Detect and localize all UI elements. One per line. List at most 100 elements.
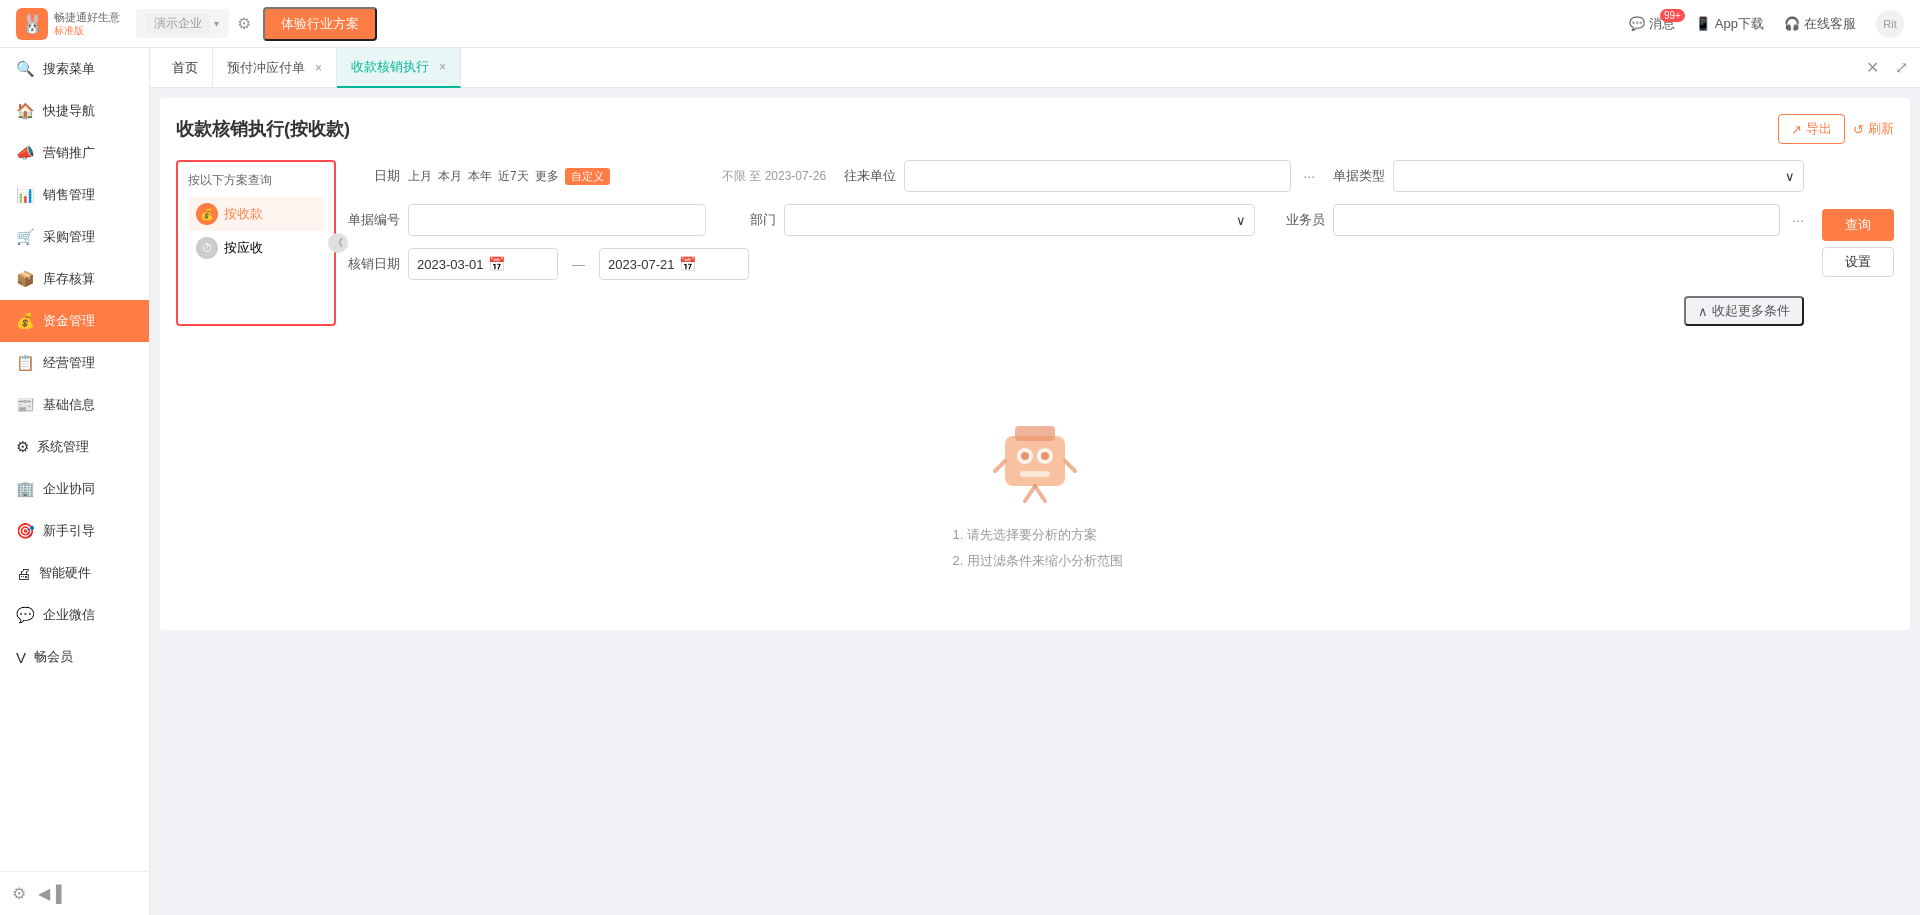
filter-settings-button[interactable]: 设置 (1822, 247, 1894, 277)
collapse-more-button[interactable]: ∧ 收起更多条件 (1684, 296, 1804, 326)
tab-receipt-offset[interactable]: 收款核销执行 × (337, 48, 461, 88)
settings-icon[interactable]: ⚙ (237, 14, 251, 33)
docnumber-label: 单据编号 (346, 211, 400, 229)
filter-row-3: 核销日期 2023-03-01 📅 — 2023-07-21 📅 (346, 248, 1804, 280)
partner-label: 往来单位 (842, 167, 896, 185)
page-actions: ↗ 导出 ↺ 刷新 (1778, 114, 1894, 144)
dept-select[interactable]: ∨ (784, 204, 1255, 236)
writeoff-date-start-input[interactable]: 2023-03-01 📅 (408, 248, 558, 280)
svg-point-5 (1041, 452, 1049, 460)
sidebar-item-purchase[interactable]: 🛒 采购管理 (0, 216, 149, 258)
sidebar-sales-label: 销售管理 (43, 186, 95, 204)
filter-option-by-receivable[interactable]: ⏱ 按应收 (188, 231, 324, 265)
collapse-sidebar-icon[interactable]: ◀▐ (38, 884, 61, 903)
date-label: 日期 (346, 167, 400, 185)
top-bar: 🐰 畅捷通好生意 标准版 演示企业 ▾ ⚙ 体验行业方案 💬 消息 99+ 📱 … (0, 0, 1920, 48)
refresh-button[interactable]: ↺ 刷新 (1853, 114, 1894, 144)
doctype-select[interactable]: ∨ (1393, 160, 1804, 192)
tab-prepay[interactable]: 预付冲应付单 × (213, 48, 337, 88)
dept-field: 部门 ∨ (722, 204, 1255, 236)
enterprise-icon: 🏢 (16, 480, 35, 498)
empty-tips: 请先选择要分析的方案 用过滤条件来缩小分析范围 (947, 522, 1123, 574)
sidebar-item-marketing[interactable]: 📣 营销推广 (0, 132, 149, 174)
svg-line-7 (1025, 486, 1035, 501)
svg-line-9 (995, 461, 1005, 471)
partner-field: 往来单位 ··· (842, 160, 1315, 192)
marketing-icon: 📣 (16, 144, 35, 162)
user-menu[interactable]: Rit (1876, 10, 1904, 38)
sidebar-item-finance[interactable]: 💰 资金管理 (0, 300, 149, 342)
filter-row-1: 日期 上月 本月 本年 近7天 更多 自定义 (346, 160, 1804, 192)
query-actions: 查询 设置 (1812, 160, 1894, 326)
sidebar-bottom: ⚙ ◀▐ (0, 871, 149, 915)
filter-selector-panel: 按以下方案查询 💰 按收款 ⏱ 按应收 《 (176, 160, 336, 326)
staff-label: 业务员 (1271, 211, 1325, 229)
sidebar-item-wechat[interactable]: 💬 企业微信 (0, 594, 149, 636)
sidebar-item-member[interactable]: V 畅会员 (0, 636, 149, 678)
sidebar-item-hardware[interactable]: 🖨 智能硬件 (0, 552, 149, 594)
svg-rect-6 (1020, 471, 1050, 477)
sidebar-item-inventory[interactable]: 📦 库存核算 (0, 258, 149, 300)
member-icon: V (16, 649, 26, 666)
docnumber-input[interactable] (408, 204, 706, 236)
sidebar-item-guide[interactable]: 🎯 新手引导 (0, 510, 149, 552)
info-icon: 📰 (16, 396, 35, 414)
sidebar-item-system[interactable]: ⚙ 系统管理 (0, 426, 149, 468)
sidebar-basic-info-label: 基础信息 (43, 396, 95, 414)
sidebar-item-basic-info[interactable]: 📰 基础信息 (0, 384, 149, 426)
message-button[interactable]: 💬 消息 99+ (1629, 15, 1675, 33)
date-link-7days[interactable]: 近7天 (498, 168, 529, 185)
logo-icon: 🐰 (16, 8, 48, 40)
staff-more-icon[interactable]: ··· (1792, 212, 1804, 228)
staff-input[interactable] (1333, 204, 1780, 236)
filter-option-receipt-label: 按收款 (224, 205, 263, 223)
sales-icon: 📊 (16, 186, 35, 204)
tab-home[interactable]: 首页 (158, 48, 213, 88)
date-link-more[interactable]: 更多 (535, 168, 559, 185)
partner-more-icon[interactable]: ··· (1303, 168, 1315, 184)
writeoff-end-value: 2023-07-21 (608, 257, 675, 272)
writeoff-date-label: 核销日期 (346, 255, 400, 273)
sidebar-finance-label: 资金管理 (43, 312, 95, 330)
doctype-field: 单据类型 ∨ (1331, 160, 1804, 192)
date-link-this-month[interactable]: 本月 (438, 168, 462, 185)
company-name: 演示企业 (146, 13, 210, 34)
solution-button[interactable]: 体验行业方案 (263, 7, 377, 41)
wechat-icon: 💬 (16, 606, 35, 624)
date-link-last-month[interactable]: 上月 (408, 168, 432, 185)
sidebar-inventory-label: 库存核算 (43, 270, 95, 288)
filter-option-by-receipt[interactable]: 💰 按收款 (188, 197, 324, 231)
date-custom-badge: 自定义 (565, 168, 610, 185)
purchase-icon: 🛒 (16, 228, 35, 246)
date-link-this-year[interactable]: 本年 (468, 168, 492, 185)
collapse-filter-icon[interactable]: 《 (328, 233, 348, 253)
company-selector[interactable]: 演示企业 ▾ (136, 9, 229, 38)
writeoff-date-end-input[interactable]: 2023-07-21 📅 (599, 248, 749, 280)
collapse-up-icon: ∧ (1698, 304, 1708, 319)
tab-receipt-offset-label: 收款核销执行 (351, 58, 429, 76)
app-download-button[interactable]: 📱 App下载 (1695, 15, 1764, 33)
tab-receipt-offset-close-icon[interactable]: × (439, 60, 446, 74)
sidebar-item-search[interactable]: 🔍 搜索菜单 (0, 48, 149, 90)
expand-icon[interactable]: ⤢ (1891, 54, 1912, 81)
export-button[interactable]: ↗ 导出 (1778, 114, 1845, 144)
settings-bottom-icon[interactable]: ⚙ (12, 884, 26, 903)
close-tab-icon[interactable]: ✕ (1862, 54, 1883, 81)
export-icon: ↗ (1791, 122, 1802, 137)
receipt-icon: 💰 (196, 203, 218, 225)
sidebar-item-sales[interactable]: 📊 销售管理 (0, 174, 149, 216)
tab-bar: 首页 预付冲应付单 × 收款核销执行 × ✕ ⤢ (150, 48, 1920, 88)
doctype-label: 单据类型 (1331, 167, 1385, 185)
service-button[interactable]: 🎧 在线客服 (1784, 15, 1856, 33)
sidebar-item-operations[interactable]: 📋 经营管理 (0, 342, 149, 384)
page-content: 收款核销执行(按收款) ↗ 导出 ↺ 刷新 (150, 88, 1920, 915)
dept-chevron-icon: ∨ (1236, 213, 1246, 228)
sidebar-item-quick-nav[interactable]: 🏠 快捷导航 (0, 90, 149, 132)
partner-input[interactable] (904, 160, 1291, 192)
sidebar-item-enterprise[interactable]: 🏢 企业协同 (0, 468, 149, 510)
finance-icon: 💰 (16, 312, 35, 330)
empty-illustration (975, 406, 1095, 506)
tab-prepay-close-icon[interactable]: × (315, 61, 322, 75)
query-button[interactable]: 查询 (1822, 209, 1894, 241)
date-range-text: 不限 至 2023-07-26 (722, 168, 826, 185)
